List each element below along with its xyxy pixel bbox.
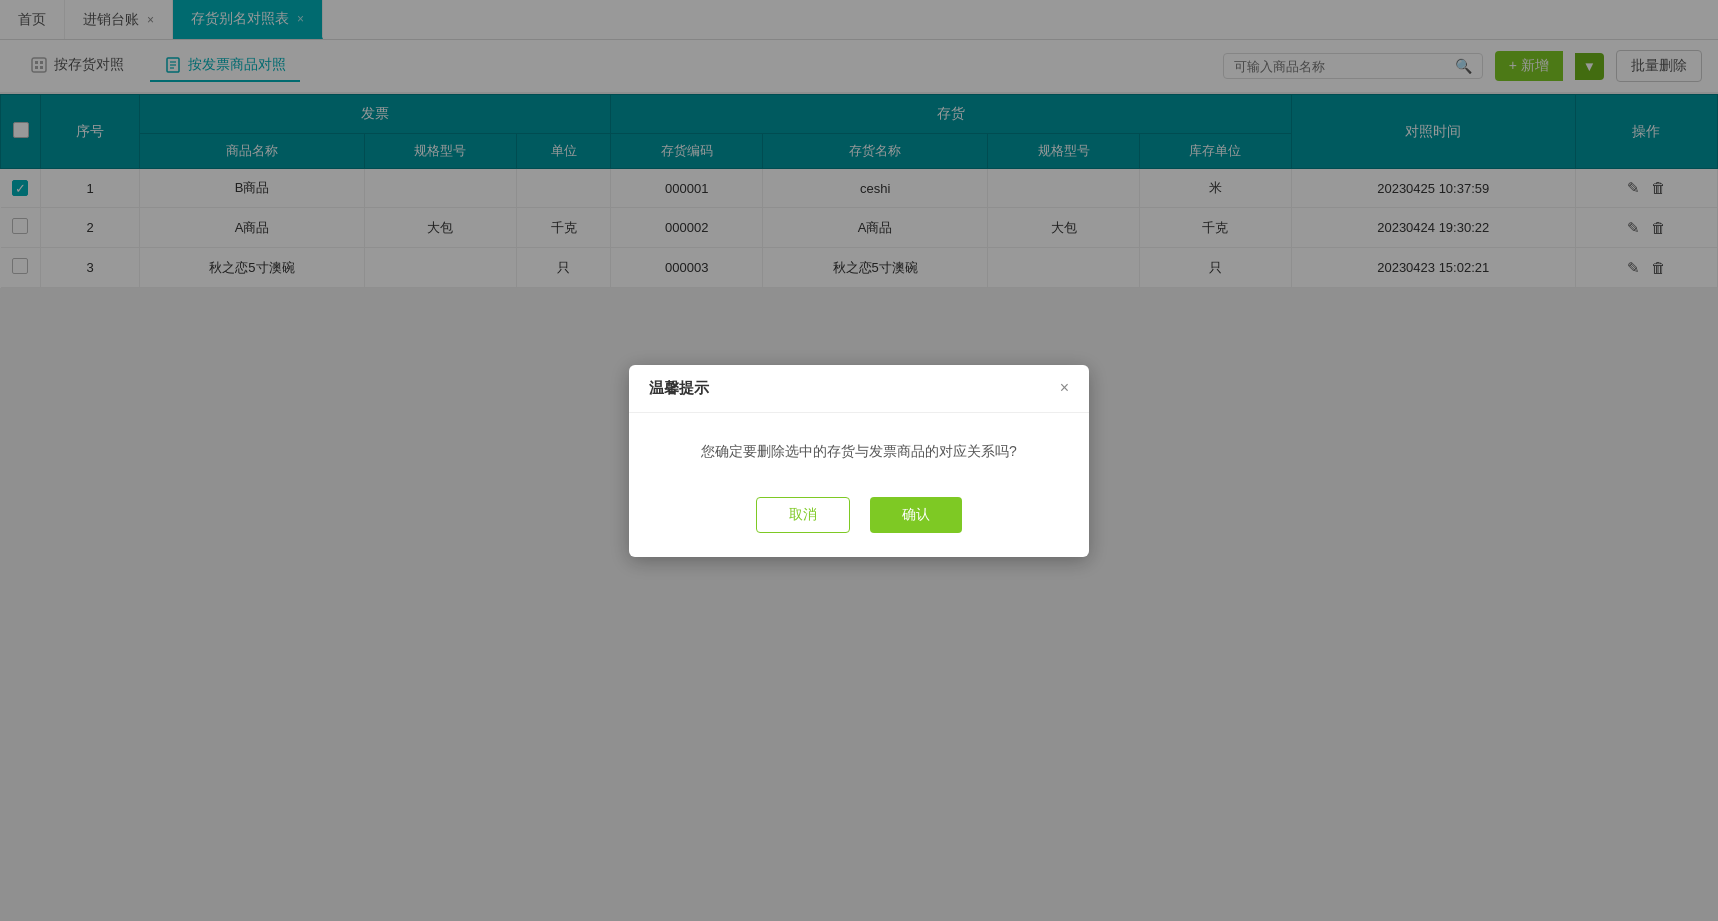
modal-overlay: 温馨提示 × 您确定要删除选中的存货与发票商品的对应关系吗? 取消 确认 — [0, 0, 1718, 288]
